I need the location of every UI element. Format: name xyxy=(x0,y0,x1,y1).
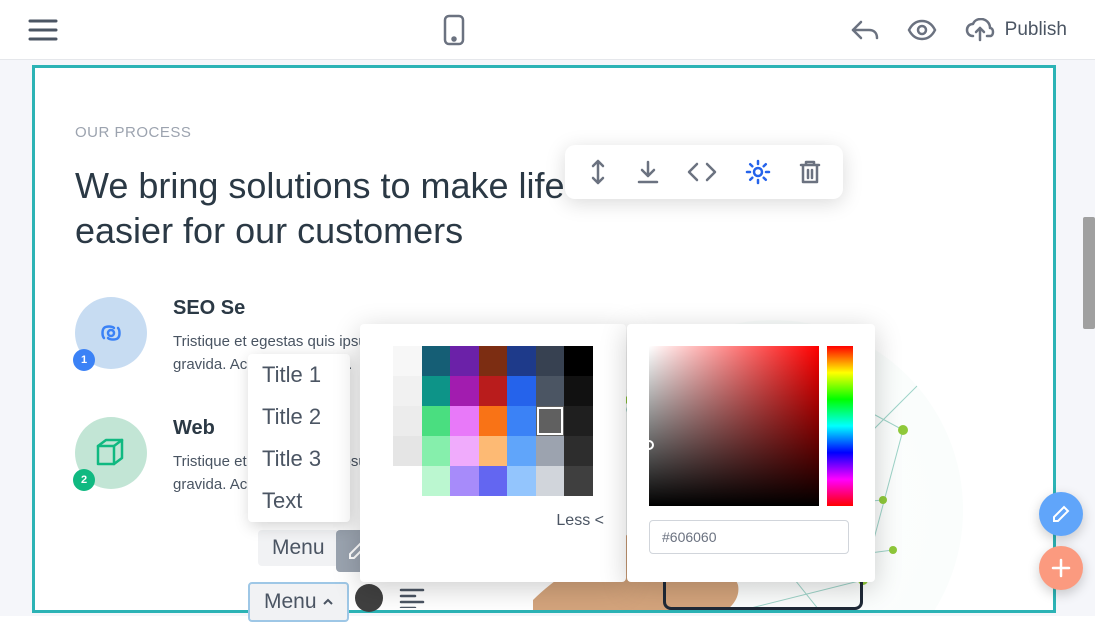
title-menu-item[interactable]: Title 1 xyxy=(248,354,350,396)
color-swatch[interactable] xyxy=(479,376,508,406)
service-badge: 2 xyxy=(73,469,95,491)
menu-dropdown-active[interactable]: Menu xyxy=(248,582,349,622)
move-icon[interactable] xyxy=(587,159,609,185)
color-swatch[interactable] xyxy=(422,346,451,376)
title-menu-item[interactable]: Title 3 xyxy=(248,438,350,480)
color-swatch[interactable] xyxy=(536,436,565,466)
color-swatch[interactable] xyxy=(450,376,479,406)
color-swatch[interactable] xyxy=(564,466,593,496)
caret-up-icon xyxy=(323,598,333,606)
less-colors-link[interactable]: Less < xyxy=(382,512,604,530)
download-icon[interactable] xyxy=(637,160,659,184)
preview-eye-icon[interactable] xyxy=(907,19,937,41)
delete-trash-icon[interactable] xyxy=(799,159,821,185)
text-color-swatch[interactable] xyxy=(355,584,383,612)
hex-input[interactable] xyxy=(649,520,849,554)
menu-dropdown-trigger[interactable]: Menu xyxy=(258,530,339,566)
scrollbar-thumb[interactable] xyxy=(1083,217,1095,329)
color-swatch[interactable] xyxy=(479,346,508,376)
publish-label: Publish xyxy=(1005,19,1067,41)
color-swatch[interactable] xyxy=(479,466,508,496)
color-swatch[interactable] xyxy=(393,346,422,376)
service-title: SEO Se xyxy=(173,297,565,320)
publish-button[interactable]: Publish xyxy=(965,18,1067,42)
color-swatch[interactable] xyxy=(564,376,593,406)
color-swatch[interactable] xyxy=(450,466,479,496)
color-swatch[interactable] xyxy=(507,436,536,466)
scrollbar-track[interactable] xyxy=(1081,60,1095,616)
service-icon-seo: 1 xyxy=(75,297,147,369)
fab-add-button[interactable] xyxy=(1039,546,1083,590)
color-swatch[interactable] xyxy=(564,406,593,436)
hue-slider[interactable] xyxy=(827,346,853,506)
settings-gear-icon[interactable] xyxy=(745,159,771,185)
color-swatch[interactable] xyxy=(450,406,479,436)
color-swatch[interactable] xyxy=(479,406,508,436)
service-icon-web: 2 xyxy=(75,417,147,489)
color-swatch[interactable] xyxy=(393,436,422,466)
code-icon[interactable] xyxy=(687,161,717,183)
color-picker-panel xyxy=(627,324,875,582)
color-swatch[interactable] xyxy=(507,376,536,406)
color-swatch[interactable] xyxy=(507,346,536,376)
page-headline: We bring solutions to make life easier f… xyxy=(75,163,595,253)
color-swatch[interactable] xyxy=(393,376,422,406)
color-swatch[interactable] xyxy=(564,346,593,376)
color-swatch[interactable] xyxy=(450,346,479,376)
color-swatch[interactable] xyxy=(422,466,451,496)
hamburger-icon[interactable] xyxy=(28,18,58,42)
title-menu-item[interactable]: Text xyxy=(248,480,350,522)
align-left-icon[interactable] xyxy=(399,588,425,608)
eyebrow-text: OUR PROCESS xyxy=(75,124,1013,141)
color-swatch[interactable] xyxy=(507,406,536,436)
text-inline-toolbar xyxy=(355,584,425,612)
color-swatch-panel: Less < xyxy=(360,324,626,582)
sv-cursor[interactable] xyxy=(644,440,654,450)
saturation-value-area[interactable] xyxy=(649,346,819,506)
color-swatch[interactable] xyxy=(479,436,508,466)
color-swatch[interactable] xyxy=(422,406,451,436)
title-menu-item[interactable]: Title 2 xyxy=(248,396,350,438)
element-toolbar xyxy=(565,145,843,199)
color-swatch[interactable] xyxy=(450,436,479,466)
color-swatch[interactable] xyxy=(536,406,565,436)
service-badge: 1 xyxy=(73,349,95,371)
mobile-preview-icon[interactable] xyxy=(443,14,465,46)
color-swatch[interactable] xyxy=(536,466,565,496)
fab-edit-button[interactable] xyxy=(1039,492,1083,536)
color-swatch[interactable] xyxy=(564,436,593,466)
color-swatch[interactable] xyxy=(507,466,536,496)
color-swatch[interactable] xyxy=(422,436,451,466)
color-swatch[interactable] xyxy=(422,376,451,406)
color-swatch[interactable] xyxy=(536,376,565,406)
color-swatch[interactable] xyxy=(393,466,422,496)
color-swatch[interactable] xyxy=(536,346,565,376)
title-style-menu: Title 1 Title 2 Title 3 Text xyxy=(248,354,350,522)
color-swatch[interactable] xyxy=(393,406,422,436)
undo-icon[interactable] xyxy=(851,18,879,42)
